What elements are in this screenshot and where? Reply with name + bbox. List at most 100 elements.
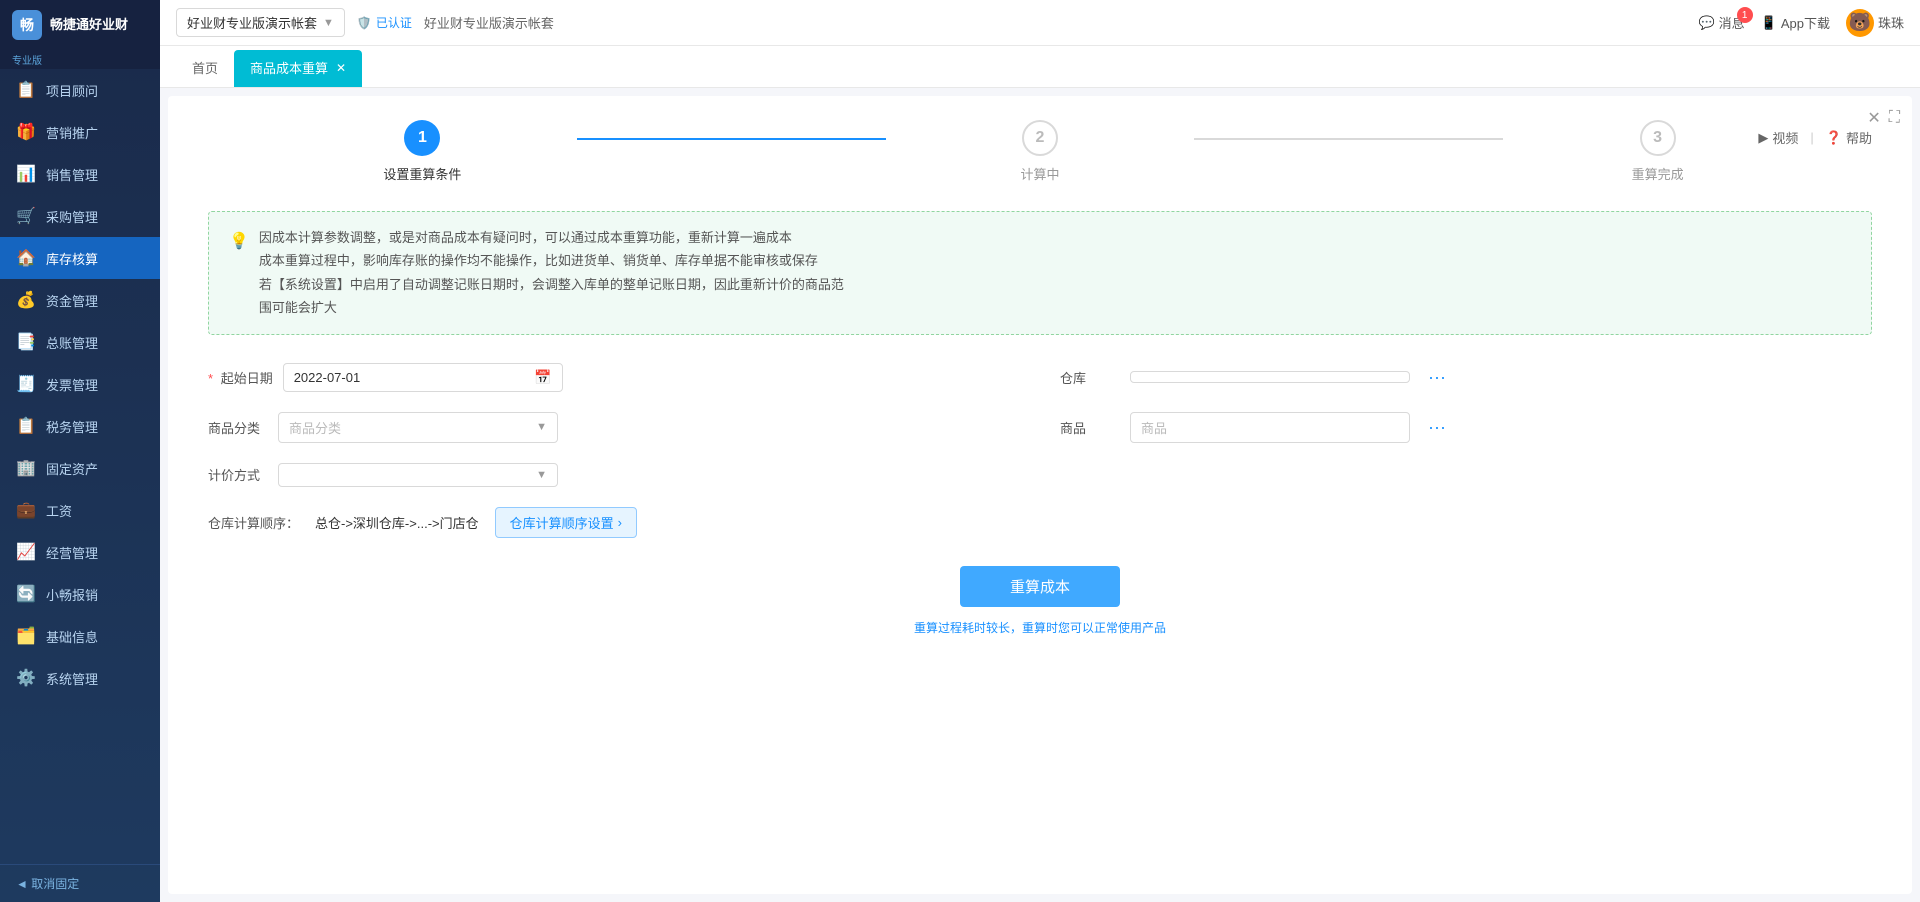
sidebar-item-tax[interactable]: 📋 税务管理 [0, 405, 160, 447]
recalc-note: 重算过程耗时较长，重算时您可以正常使用产品 [208, 619, 1872, 636]
sidebar-item-accounting[interactable]: 📑 总账管理 [0, 321, 160, 363]
sidebar-item-invoice[interactable]: 🧾 发票管理 [0, 363, 160, 405]
edition-badge: 专业版 [0, 50, 160, 69]
purchase-icon: 🛒 [16, 206, 36, 226]
sidebar-item-basic[interactable]: 🗂️ 基础信息 [0, 615, 160, 657]
sidebar-item-salary[interactable]: 💼 工资 [0, 489, 160, 531]
start-date-field: * 起始日期 2022-07-01 📅 [208, 363, 1020, 392]
calendar-icon: 📅 [534, 369, 551, 386]
pin-label: ◄ 取消固定 [16, 875, 79, 892]
pricing-arrow-icon: ▼ [536, 469, 547, 481]
sidebar-item-marketing[interactable]: 🎁 营销推广 [0, 111, 160, 153]
user-profile[interactable]: 🐻 珠珠 [1846, 9, 1904, 37]
step-2-label: 计算中 [1020, 164, 1059, 183]
step-line-1 [577, 138, 886, 140]
warehouse-order-btn-label: 仓库计算顺序设置 [510, 513, 614, 532]
invoice-icon: 🧾 [16, 374, 36, 394]
topbar: 好业财专业版演示帐套 ▼ 🛡️ 已认证 好业财专业版演示帐套 💬 消息 1 📱 … [160, 0, 1920, 46]
app-download-label: App下载 [1781, 13, 1830, 32]
accounting-icon: 📑 [16, 332, 36, 352]
expand-button[interactable]: ⛶ [1889, 109, 1900, 127]
warehouse-order-settings-button[interactable]: 仓库计算顺序设置 › [495, 507, 637, 538]
finance-icon: 💰 [16, 290, 36, 310]
sidebar-item-label: 项目顾问 [46, 81, 98, 100]
sidebar-item-assets[interactable]: 🏢 固定资产 [0, 447, 160, 489]
logo-icon: 畅 [12, 10, 42, 40]
sales-icon: 📊 [16, 164, 36, 184]
sidebar-pin-toggle[interactable]: ◄ 取消固定 [0, 864, 160, 902]
warehouse-order-row: 仓库计算顺序： 总仓->深圳仓库->...->门店仓 仓库计算顺序设置 › [208, 507, 1872, 538]
step-3-num: 3 [1653, 129, 1662, 147]
project-icon: 📋 [16, 80, 36, 100]
tabbar: 首页 商品成本重算 ✕ [160, 46, 1920, 88]
sidebar-item-inventory[interactable]: 🏠 库存核算 [0, 237, 160, 279]
step-3-label: 重算完成 [1632, 164, 1684, 183]
user-name: 珠珠 [1878, 13, 1904, 32]
category-placeholder: 商品分类 [289, 418, 530, 437]
question-icon: ❓ [1826, 130, 1842, 146]
sidebar-item-label: 税务管理 [46, 417, 98, 436]
category-select[interactable]: 商品分类 ▼ [278, 412, 558, 443]
sidebar-item-label: 营销推广 [46, 123, 98, 142]
sidebar-item-label: 工资 [46, 501, 72, 520]
sidebar-item-finance[interactable]: 💰 资金管理 [0, 279, 160, 321]
sidebar-item-label: 经营管理 [46, 543, 98, 562]
sidebar-item-operation[interactable]: 📈 经营管理 [0, 531, 160, 573]
recalc-button[interactable]: 重算成本 [960, 566, 1120, 607]
step-1: 1 设置重算条件 [268, 120, 577, 183]
sidebar-item-label: 系统管理 [46, 669, 98, 688]
product-field: 商品 商品 ··· [1060, 412, 1872, 443]
product-more-icon[interactable]: ··· [1420, 417, 1454, 438]
system-icon: ⚙️ [16, 668, 36, 688]
tax-icon: 📋 [16, 416, 36, 436]
step-line-2 [1194, 138, 1503, 140]
info-line-4: 围可能会扩大 [259, 296, 844, 319]
help-label: 帮助 [1846, 128, 1872, 147]
tab-recalc[interactable]: 商品成本重算 ✕ [234, 50, 362, 87]
step-3: 3 重算完成 [1503, 120, 1812, 183]
warehouse-input[interactable] [1130, 371, 1410, 383]
avatar: 🐻 [1846, 9, 1874, 37]
sidebar-item-purchase[interactable]: 🛒 采购管理 [0, 195, 160, 237]
start-date-value: 2022-07-01 [294, 370, 529, 385]
warehouse-field: 仓库 ··· [1060, 367, 1872, 388]
product-label: 商品 [1060, 418, 1120, 437]
shield-icon: 🛡️ [357, 16, 372, 30]
app-download-button[interactable]: 📱 App下载 [1761, 13, 1830, 32]
product-input[interactable]: 商品 [1130, 412, 1410, 443]
pricing-select[interactable]: ▼ [278, 463, 558, 487]
warehouse-order-value: 总仓->深圳仓库->...->门店仓 [315, 513, 479, 532]
category-arrow-icon: ▼ [536, 421, 547, 433]
sidebar-item-system[interactable]: ⚙️ 系统管理 [0, 657, 160, 699]
sidebar-item-project[interactable]: 📋 项目顾问 [0, 69, 160, 111]
salary-icon: 💼 [16, 500, 36, 520]
warehouse-more-icon[interactable]: ··· [1420, 367, 1454, 388]
operation-icon: 📈 [16, 542, 36, 562]
sidebar-item-label: 资金管理 [46, 291, 98, 310]
step-2: 2 计算中 [886, 120, 1195, 183]
sidebar-item-sales[interactable]: 📊 销售管理 [0, 153, 160, 195]
step-1-num: 1 [418, 129, 427, 147]
help-link[interactable]: ❓ 帮助 [1826, 128, 1872, 147]
sidebar-item-label: 总账管理 [46, 333, 98, 352]
marketing-icon: 🎁 [16, 122, 36, 142]
phone-icon: 📱 [1761, 15, 1777, 31]
company-selector[interactable]: 好业财专业版演示帐套 ▼ [176, 8, 345, 37]
content-area: ✕ ⛶ ▶ 视频 | ❓ 帮助 1 设置重算条件 [168, 96, 1912, 894]
tab-home[interactable]: 首页 [176, 50, 234, 87]
info-line-2: 成本重算过程中，影响库存账的操作均不能操作，比如进货单、销货单、库存单据不能审核… [259, 249, 844, 272]
tab-close-icon[interactable]: ✕ [336, 61, 346, 75]
pricing-label: 计价方式 [208, 465, 268, 484]
sidebar: 畅 畅捷通好业财 专业版 📋 项目顾问 🎁 营销推广 📊 销售管理 🛒 采购管理… [0, 0, 160, 902]
steps-container: ▶ 视频 | ❓ 帮助 1 设置重算条件 2 计算中 [208, 120, 1872, 183]
certified-label: 已认证 [376, 14, 412, 31]
message-button[interactable]: 💬 消息 1 [1698, 13, 1744, 32]
company-name: 好业财专业版演示帐套 [424, 13, 554, 32]
category-label: 商品分类 [208, 418, 268, 437]
chevron-right-icon: › [618, 515, 622, 530]
sidebar-item-label: 固定资产 [46, 459, 98, 478]
step-2-num: 2 [1036, 129, 1045, 147]
start-date-input[interactable]: 2022-07-01 📅 [283, 363, 563, 392]
sidebar-item-expense[interactable]: 🔄 小畅报销 [0, 573, 160, 615]
expense-icon: 🔄 [16, 584, 36, 604]
